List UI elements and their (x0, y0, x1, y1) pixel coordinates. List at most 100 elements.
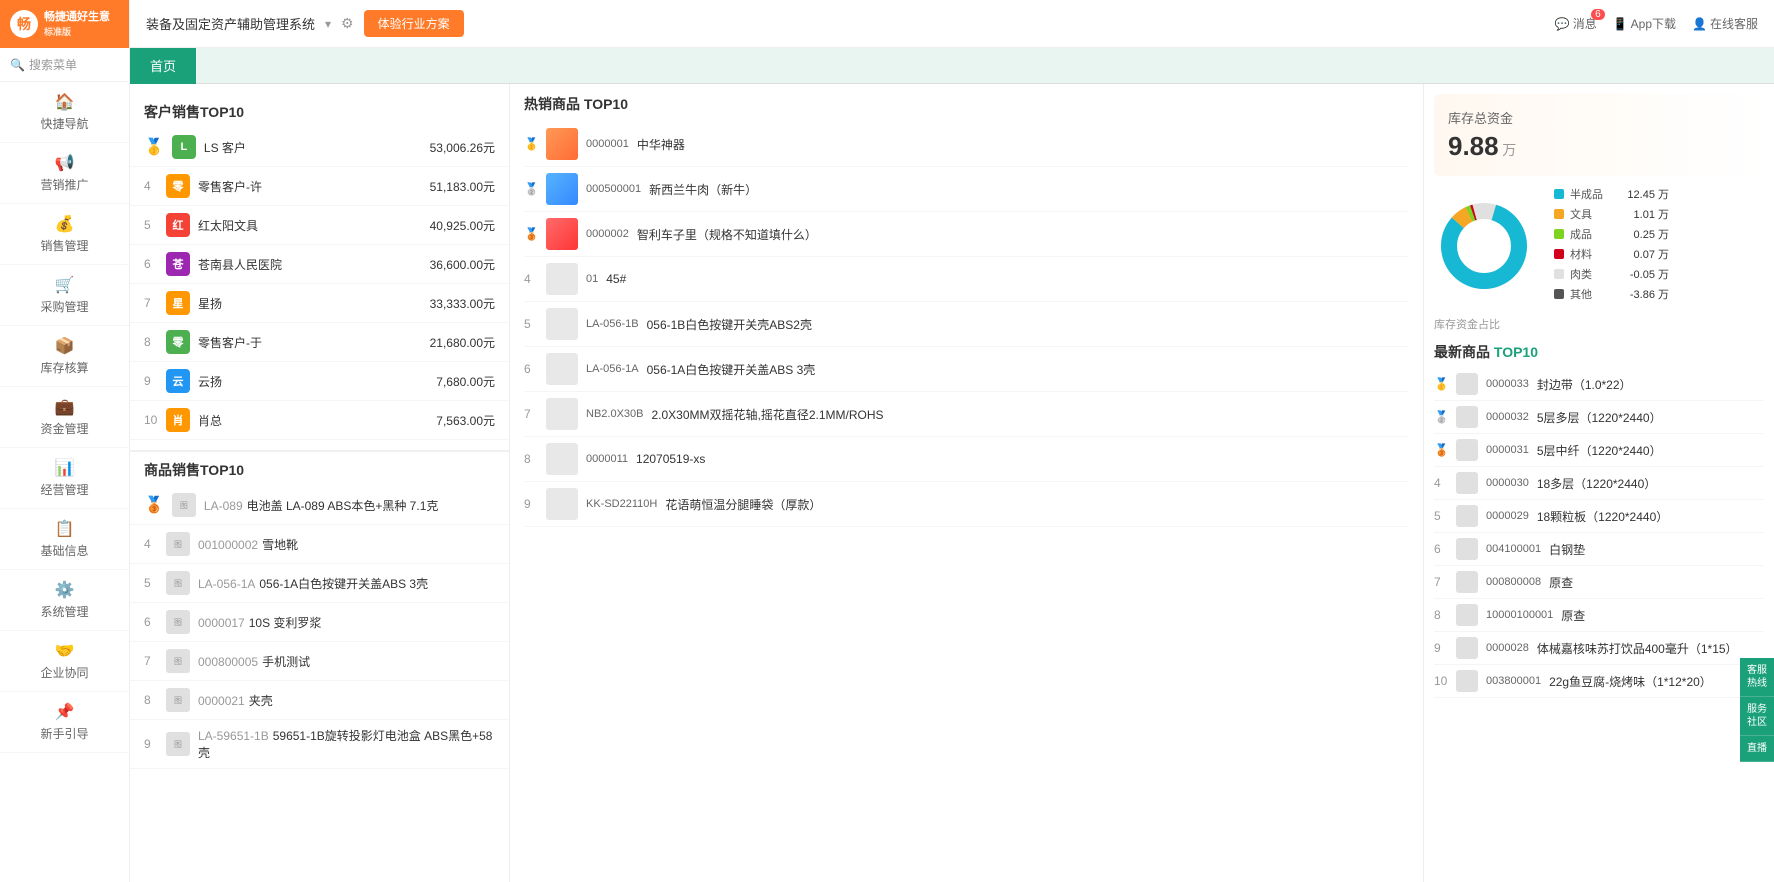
float-btn-community[interactable]: 服务社区 (1740, 697, 1774, 736)
new-product-row: 🥇 0000033 封边带（1.0*22） (1434, 368, 1764, 401)
collab-icon: 🤝 (55, 641, 75, 661)
product-top10-title: 商品销售TOP10 (130, 452, 509, 486)
tab-home[interactable]: 首页 (130, 48, 196, 84)
new-rank: 6 (1434, 542, 1448, 556)
sidebar-item-label: 采购管理 (40, 298, 88, 315)
sidebar-search-area[interactable]: 🔍 搜索菜单 (0, 48, 129, 82)
customer-row: 4 零 零售客户-许 51,183.00元 (130, 167, 509, 206)
app-download-btn[interactable]: 📱 App下载 (1613, 15, 1676, 32)
new-product-row: 7 000800008 原查 (1434, 566, 1764, 599)
product-rank: 8 (144, 693, 158, 707)
inventory-title: 库存总资金 (1448, 108, 1750, 127)
operations-icon: 📊 (55, 458, 75, 478)
customer-avatar: 星 (166, 291, 190, 315)
hot-code: 000500001 (586, 183, 641, 195)
hot-product-row: 4 01 45# (524, 257, 1409, 302)
legend-value: 0.07 万 (1609, 246, 1669, 262)
sidebar-item-home[interactable]: 🏠 快捷导航 (0, 82, 129, 143)
hot-rank: 8 (524, 452, 538, 466)
customer-name: 零售客户-许 (198, 178, 422, 195)
sidebar-item-operations[interactable]: 📊 经营管理 (0, 448, 129, 509)
product-img: 图 (166, 610, 190, 634)
customer-name: 苍南县人民医院 (198, 256, 422, 273)
hot-product-img (546, 218, 578, 250)
customer-rank: 9 (144, 374, 158, 388)
new-product-img (1456, 406, 1478, 428)
customer-rank: 5 (144, 218, 158, 232)
product-name: 0000021夹壳 (198, 692, 495, 709)
new-rank: 5 (1434, 509, 1448, 523)
customer-row: 6 苍 苍南县人民医院 36,600.00元 (130, 245, 509, 284)
customer-rank: 7 (144, 296, 158, 310)
customer-list: 🥇 L LS 客户 53,006.26元 4 零 零售客户-许 51,183.0… (130, 128, 509, 440)
sidebar-item-label: 基础信息 (40, 542, 88, 559)
online-service-btn[interactable]: 👤 在线客服 (1692, 15, 1758, 32)
product-list: 🥉 图 LA-089电池盖 LA-089 ABS本色+黑种 7.1克 4 图 0… (130, 486, 509, 769)
customer-rank: 4 (144, 179, 158, 193)
rank-medal: 🥈 (1434, 410, 1448, 424)
hot-product-img (546, 443, 578, 475)
message-btn[interactable]: 💬 消息 6 (1555, 15, 1597, 32)
hot-product-row: 6 LA-056-1A 056-1A白色按键开关盖ABS 3壳 (524, 347, 1409, 392)
hot-product-row: 🥉 0000002 智利车子里（规格不知道填什么） (524, 212, 1409, 257)
hot-name: 056-1A白色按键开关盖ABS 3壳 (647, 361, 816, 378)
sidebar-item-marketing[interactable]: 📢 营销推广 (0, 143, 129, 204)
new-name: 5层中纤（1220*2440） (1537, 442, 1662, 459)
new-code: 0000028 (1486, 642, 1529, 654)
system-dropdown[interactable]: ▾ (325, 17, 331, 31)
rank-medal: 🥇 (1434, 377, 1448, 391)
sidebar-item-basics[interactable]: 📋 基础信息 (0, 509, 129, 570)
hot-product-row: 🥇 0000001 中华神器 (524, 122, 1409, 167)
customer-name: 星扬 (198, 295, 422, 312)
sidebar-item-sales[interactable]: 💰 销售管理 (0, 204, 129, 265)
product-row: 9 图 LA-59651-1B59651-1B旋转投影灯电池盒 ABS黑色+58… (130, 720, 509, 769)
legend-dot (1554, 229, 1564, 239)
customer-row: 8 零 零售客户-于 21,680.00元 (130, 323, 509, 362)
gear-icon[interactable]: ⚙ (341, 15, 354, 32)
new-product-img (1456, 472, 1478, 494)
product-row: 🥉 图 LA-089电池盖 LA-089 ABS本色+黑种 7.1克 (130, 486, 509, 525)
new-products-title: 最新商品 TOP10 (1434, 342, 1764, 362)
sidebar-item-finance[interactable]: 💼 资金管理 (0, 387, 129, 448)
inventory-sub-title: 库存资金占比 (1434, 316, 1764, 332)
product-img: 图 (166, 732, 190, 756)
new-product-img (1456, 373, 1478, 395)
sidebar-item-purchase[interactable]: 🛒 采购管理 (0, 265, 129, 326)
customer-row: 7 星 星扬 33,333.00元 (130, 284, 509, 323)
customer-avatar: 零 (166, 174, 190, 198)
sidebar-search-label: 搜索菜单 (29, 56, 77, 73)
customer-amount: 33,333.00元 (430, 295, 495, 312)
sidebar-item-guide[interactable]: 📌 新手引导 (0, 692, 129, 753)
purchase-icon: 🛒 (55, 275, 75, 295)
logo-icon: 畅 (10, 10, 38, 38)
rank-medal: 🥇 (144, 137, 164, 157)
customer-amount: 51,183.00元 (430, 178, 495, 195)
customer-row: 5 红 红太阳文具 40,925.00元 (130, 206, 509, 245)
sidebar-item-label: 新手引导 (40, 725, 88, 742)
new-product-img (1456, 538, 1478, 560)
new-product-img (1456, 604, 1478, 626)
sidebar-item-label: 经营管理 (40, 481, 88, 498)
customer-avatar: L (172, 135, 196, 159)
float-btn-live[interactable]: 直播 (1740, 736, 1774, 762)
new-code: 000800008 (1486, 576, 1541, 588)
right-panel: 库存总资金 9.88 万 (1424, 84, 1774, 882)
sidebar-item-system[interactable]: ⚙️ 系统管理 (0, 570, 129, 631)
sidebar-item-inventory[interactable]: 📦 库存核算 (0, 326, 129, 387)
float-buttons: 客服热线 服务社区 直播 (1740, 658, 1774, 762)
new-product-img (1456, 505, 1478, 527)
trial-button[interactable]: 体验行业方案 (364, 10, 464, 37)
hot-products-title: 热销商品 TOP10 (524, 94, 1409, 114)
float-btn-hotline[interactable]: 客服热线 (1740, 658, 1774, 697)
legend-value: 12.45 万 (1609, 186, 1669, 202)
product-img: 图 (166, 649, 190, 673)
product-rank: 6 (144, 615, 158, 629)
product-name: LA-089电池盖 LA-089 ABS本色+黑种 7.1克 (204, 497, 495, 514)
sidebar-item-collab[interactable]: 🤝 企业协同 (0, 631, 129, 692)
hot-product-img (546, 398, 578, 430)
product-rank: 4 (144, 537, 158, 551)
sidebar-item-label: 营销推广 (40, 176, 88, 193)
phone-icon: 📱 (1613, 17, 1628, 31)
customer-amount: 7,563.00元 (436, 412, 495, 429)
product-rank: 9 (144, 737, 158, 751)
